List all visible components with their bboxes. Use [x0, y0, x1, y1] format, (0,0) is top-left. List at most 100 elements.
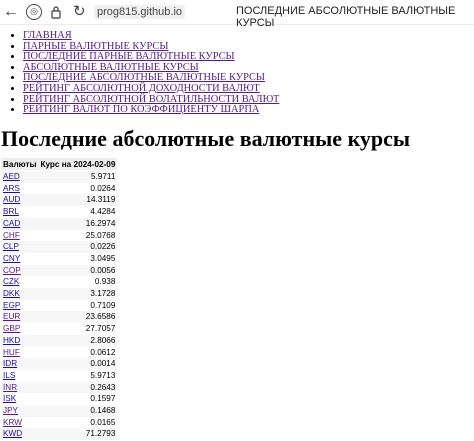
rate-value: 0.7109 — [38, 299, 118, 312]
main-nav: ГЛАВНАЯПАРНЫЕ ВАЛЮТНЫЕ КУРСЫПОСЛЕДНИЕ ПА… — [0, 30, 279, 116]
table-row: EUR 23.6586 — [1, 311, 118, 324]
currency-link[interactable]: ILS — [3, 371, 15, 380]
currency-link[interactable]: IDR — [3, 359, 17, 368]
lock-icon[interactable] — [51, 5, 61, 19]
currency-cell: JPY — [1, 405, 39, 417]
table-row: BRL 4.4284 — [1, 206, 118, 218]
currency-link[interactable]: AED — [3, 172, 20, 181]
site-info-icon[interactable]: ◎ — [26, 4, 42, 20]
currency-cell: ARS — [1, 182, 39, 195]
currency-cell: ISK — [1, 393, 39, 406]
nav-link[interactable]: РЕЙТИНГ АБСОЛЮТНОЙ ВОЛАТИЛЬНОСТИ ВАЛЮТ — [23, 94, 279, 105]
table-row: KWD 71.2793 — [1, 428, 118, 441]
rate-value: 3.0495 — [38, 252, 118, 265]
table-row: IDR 0.0014 — [1, 358, 118, 370]
nav-item: РЕЙТИНГ ВАЛЮТ ПО КОЭФФИЦИЕНТУ ШАРПА — [23, 104, 279, 116]
table-row: CHF 25.0768 — [1, 229, 118, 242]
currency-link[interactable]: HUF — [3, 348, 20, 357]
currency-link[interactable]: EUR — [3, 312, 20, 321]
currency-cell: INR — [1, 381, 39, 394]
currency-cell: GBP — [1, 323, 39, 335]
nav-link[interactable]: РЕЙТИНГ ВАЛЮТ ПО КОЭФФИЦИЕНТУ ШАРПА — [23, 104, 259, 115]
currency-link[interactable]: BRL — [3, 207, 19, 216]
rate-value: 0.1468 — [38, 405, 118, 417]
currency-cell: DKK — [1, 288, 39, 300]
rate-value: 23.6586 — [38, 311, 118, 324]
table-row: KRW 0.0165 — [1, 416, 118, 429]
rate-value: 27.7057 — [38, 323, 118, 335]
rate-value: 0.1597 — [38, 393, 118, 406]
currency-cell: HKD — [1, 334, 39, 347]
currency-link[interactable]: HKD — [3, 336, 20, 345]
table-row: HUF 0.0612 — [1, 346, 118, 359]
currency-link[interactable]: COP — [3, 266, 21, 275]
currency-link[interactable]: EGP — [3, 301, 20, 310]
browser-toolbar: ← ◎ ↻ prog815.github.io ПОСЛЕДНИЕ АБСОЛЮ… — [0, 0, 474, 29]
column-header-currency: Валюты — [1, 158, 39, 171]
rate-value: 0.0264 — [38, 182, 118, 195]
rate-value: 0.0014 — [38, 358, 118, 370]
tab-title: ПОСЛЕДНИЕ АБСОЛЮТНЫЕ ВАЛЮТНЫЕ КУРСЫ — [236, 5, 456, 29]
currency-link[interactable]: KRW — [3, 418, 22, 427]
table-row: INR 0.2643 — [1, 381, 118, 394]
currency-link[interactable]: ISK — [3, 394, 16, 403]
rate-value: 71.2793 — [38, 428, 118, 441]
currency-link[interactable]: CHF — [3, 231, 20, 240]
currency-cell: AED — [1, 170, 39, 183]
currency-link[interactable]: GBP — [3, 324, 20, 333]
currency-cell: CNY — [1, 252, 39, 265]
currency-link[interactable]: AUD — [3, 195, 20, 204]
nav-link[interactable]: РЕЙТИНГ АБСОЛЮТНОЙ ДОХОДНОСТИ ВАЛЮТ — [23, 83, 260, 94]
rate-value: 3.1728 — [38, 288, 118, 300]
currency-cell: ILS — [1, 369, 39, 382]
currency-cell: KRW — [1, 416, 39, 429]
currency-cell: HUF — [1, 346, 39, 359]
rate-value: 4.4284 — [38, 206, 118, 218]
nav-link[interactable]: ПОСЛЕДНИЕ ПАРНЫЕ ВАЛЮТНЫЕ КУРСЫ — [23, 51, 235, 62]
rates-table: Валюты Курс на 2024-02-09 AED 5.9711 ARS 0.… — [1, 158, 118, 441]
table-row: ILS 5.9713 — [1, 369, 118, 382]
currency-link[interactable]: CZK — [3, 277, 19, 286]
currency-link[interactable]: KWD — [3, 429, 22, 438]
currency-link[interactable]: CAD — [3, 219, 20, 228]
reload-icon[interactable]: ↻ — [73, 4, 89, 20]
table-row: DKK 3.1728 — [1, 288, 118, 300]
table-row: JPY 0.1468 — [1, 405, 118, 417]
table-row: CAD 16.2974 — [1, 217, 118, 230]
nav-link[interactable]: ПАРНЫЕ ВАЛЮТНЫЕ КУРСЫ — [23, 41, 168, 52]
rate-value: 14.3119 — [38, 194, 118, 207]
currency-link[interactable]: INR — [3, 383, 17, 392]
table-row: AUD 14.3119 — [1, 194, 118, 207]
page-title: Последние абсолютные валютные курсы — [1, 126, 411, 151]
currency-cell: KWD — [1, 428, 39, 441]
nav-link[interactable]: ГЛАВНАЯ — [23, 30, 72, 41]
rate-value: 0.2643 — [38, 381, 118, 394]
currency-cell: CZK — [1, 276, 39, 289]
table-row: COP 0.0056 — [1, 264, 118, 277]
currency-cell: COP — [1, 264, 39, 277]
rate-value: 5.9711 — [38, 170, 118, 183]
table-row: HKD 2.8066 — [1, 334, 118, 347]
rate-value: 0.0056 — [38, 264, 118, 277]
currency-link[interactable]: JPY — [3, 406, 18, 415]
table-row: ISK 0.1597 — [1, 393, 118, 406]
nav-link[interactable]: АБСОЛЮТНЫЕ ВАЛЮТНЫЕ КУРСЫ — [23, 62, 199, 73]
currency-cell: IDR — [1, 358, 39, 370]
currency-cell: BRL — [1, 206, 39, 218]
nav-link[interactable]: ПОСЛЕДНИЕ АБСОЛЮТНЫЕ ВАЛЮТНЫЕ КУРСЫ — [23, 72, 265, 84]
table-row: EGP 0.7109 — [1, 299, 118, 312]
rate-value: 2.8066 — [38, 334, 118, 347]
table-header-row: Валюты Курс на 2024-02-09 — [1, 158, 118, 171]
rate-value: 16.2974 — [38, 217, 118, 230]
currency-link[interactable]: CNY — [3, 254, 20, 263]
rate-value: 5.9713 — [38, 369, 118, 382]
currency-link[interactable]: CLP — [3, 242, 19, 251]
currency-cell: EGP — [1, 299, 39, 312]
table-row: ARS 0.0264 — [1, 182, 118, 195]
currency-link[interactable]: ARS — [3, 184, 20, 193]
currency-cell: CAD — [1, 217, 39, 230]
rate-value: 0.0226 — [38, 241, 118, 253]
currency-link[interactable]: DKK — [3, 289, 20, 298]
back-arrow-icon[interactable]: ← — [3, 4, 19, 20]
address-bar[interactable]: prog815.github.io — [94, 5, 186, 19]
